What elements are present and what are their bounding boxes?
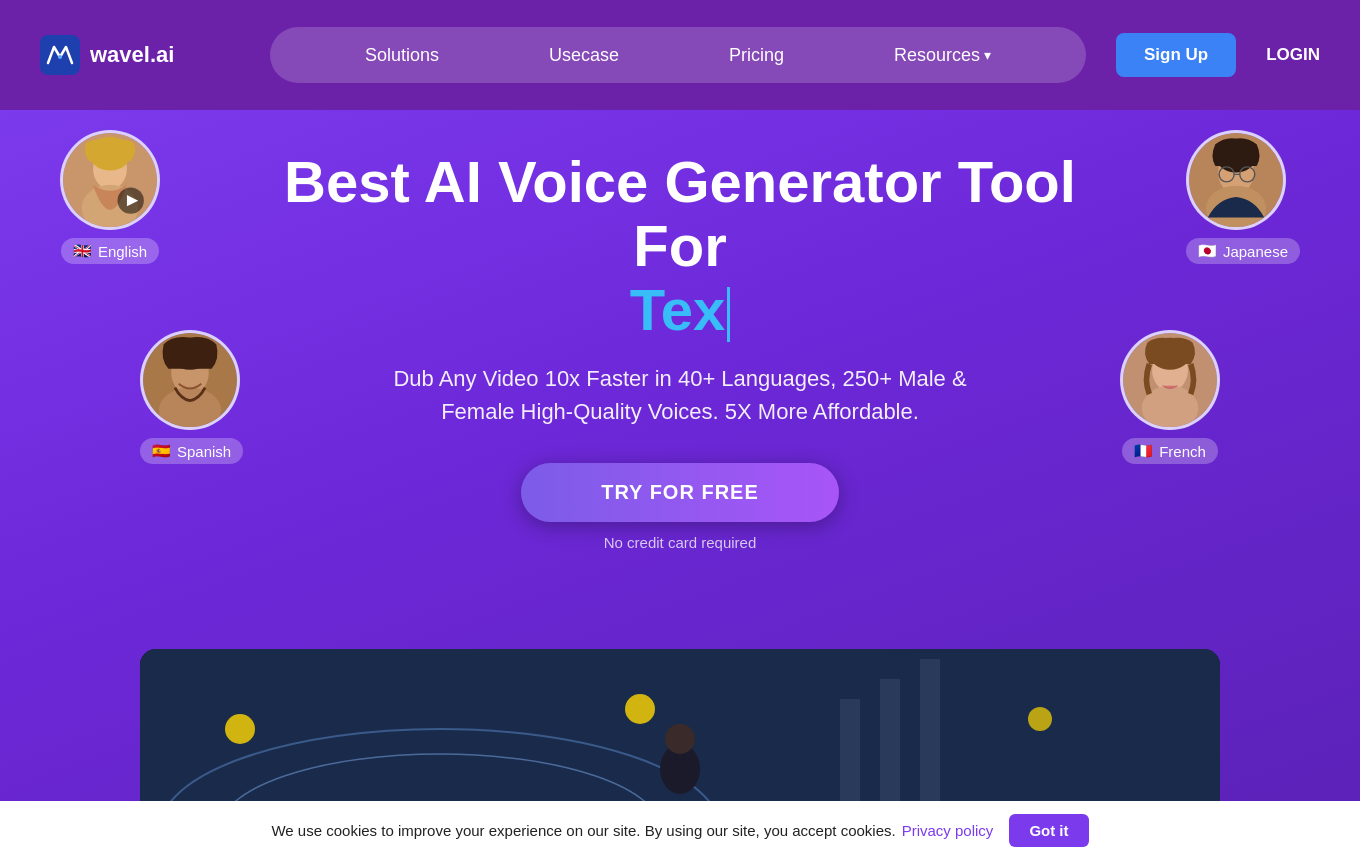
english-flag: 🇬🇧	[73, 242, 92, 260]
avatar-circle-french	[1120, 330, 1220, 430]
nav-solutions[interactable]: Solutions	[365, 45, 439, 66]
face-spanish	[143, 333, 237, 427]
svg-point-1	[58, 55, 62, 59]
nav-resources[interactable]: Resources	[894, 45, 991, 66]
avatar-french: 🇫🇷 French	[1120, 330, 1220, 464]
avatar-spanish: 🇪🇸 Spanish	[140, 330, 243, 464]
french-flag: 🇫🇷	[1134, 442, 1153, 460]
login-link[interactable]: LOGIN	[1266, 45, 1320, 65]
hero-heading-animated: Tex	[630, 277, 731, 342]
svg-point-27	[625, 694, 655, 724]
spanish-label: Spanish	[177, 443, 231, 460]
japanese-flag: 🇯🇵	[1198, 242, 1217, 260]
navbar: wavel.ai Solutions Usecase Pricing Resou…	[0, 0, 1360, 110]
english-label: English	[98, 243, 147, 260]
nav-links: Solutions Usecase Pricing Resources	[270, 27, 1086, 83]
cookie-accept-button[interactable]: Got it	[1009, 814, 1088, 847]
french-label: French	[1159, 443, 1206, 460]
signup-button[interactable]: Sign Up	[1116, 33, 1236, 77]
cursor	[727, 287, 730, 342]
face-japanese	[1189, 133, 1283, 227]
svg-point-28	[1028, 707, 1052, 731]
english-badge: 🇬🇧 English	[61, 238, 159, 264]
japanese-label: Japanese	[1223, 243, 1288, 260]
avatar-circle-spanish	[140, 330, 240, 430]
avatar-japanese: 🇯🇵 Japanese	[1186, 130, 1300, 264]
face-english	[63, 133, 157, 227]
hero-section: 🇬🇧 English 🇯🇵 Japanese	[0, 110, 1360, 859]
logo-text: wavel.ai	[90, 42, 174, 68]
hero-heading-line1: Best AI Voice Generator Tool For	[284, 149, 1076, 278]
svg-point-33	[665, 724, 695, 754]
spanish-badge: 🇪🇸 Spanish	[140, 438, 243, 464]
cookie-banner: We use cookies to improve your experienc…	[0, 801, 1360, 859]
nav-usecase[interactable]: Usecase	[549, 45, 619, 66]
avatar-circle-japanese	[1186, 130, 1286, 230]
logo-icon	[40, 35, 80, 75]
svg-point-26	[225, 714, 255, 744]
nav-pricing[interactable]: Pricing	[729, 45, 784, 66]
hero-subheading: Dub Any Video 10x Faster in 40+ Language…	[355, 362, 1005, 428]
avatar-circle-english	[60, 130, 160, 230]
avatar-english: 🇬🇧 English	[60, 130, 160, 264]
logo[interactable]: wavel.ai	[40, 35, 240, 75]
no-credit-text: No credit card required	[604, 534, 757, 551]
face-french	[1123, 333, 1217, 427]
cta-button[interactable]: TRY FOR FREE	[521, 463, 839, 522]
privacy-policy-link[interactable]: Privacy policy	[902, 822, 994, 839]
spanish-flag: 🇪🇸	[152, 442, 171, 460]
japanese-badge: 🇯🇵 Japanese	[1186, 238, 1300, 264]
cookie-message: We use cookies to improve your experienc…	[271, 822, 895, 839]
french-badge: 🇫🇷 French	[1122, 438, 1218, 464]
hero-heading: Best AI Voice Generator Tool For Tex	[230, 150, 1130, 342]
